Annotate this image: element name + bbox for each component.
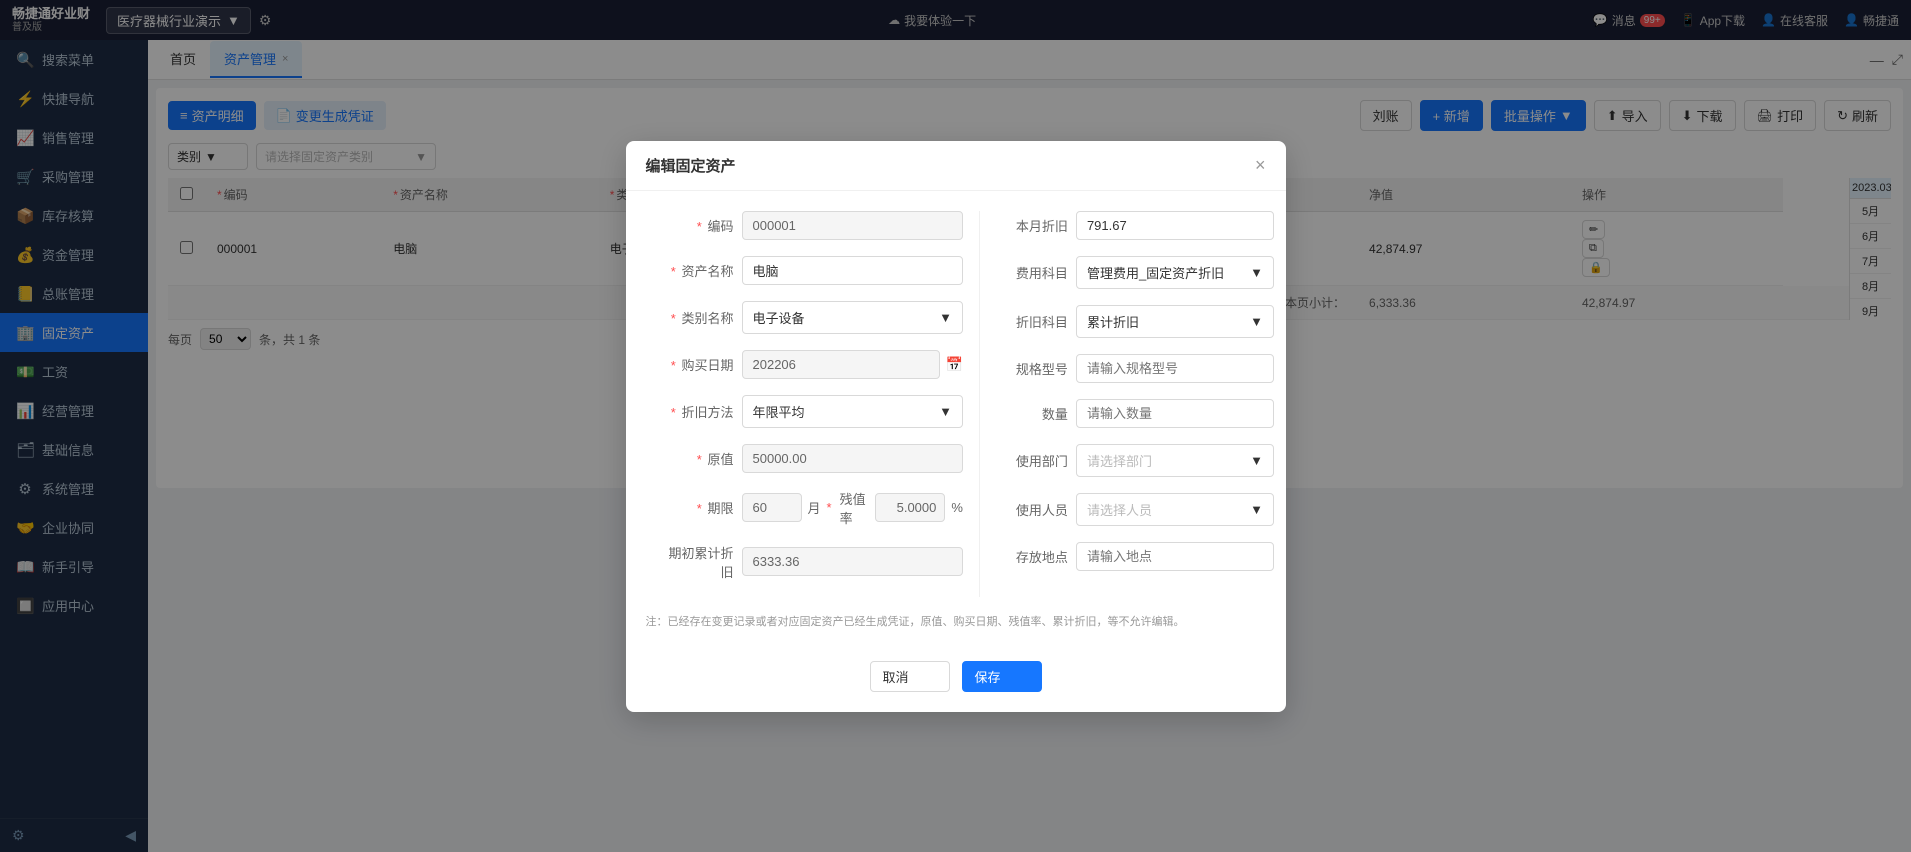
modal-title: 编辑固定资产: [646, 155, 736, 176]
modal-body: * 编码 * 资产名称: [626, 191, 1286, 649]
expense-subject-label: 费用科目: [996, 263, 1076, 282]
form-row-spec: 规格型号: [996, 354, 1274, 383]
department-label: 使用部门: [996, 451, 1076, 470]
category-label: * 类别名称: [662, 308, 742, 327]
chevron-down-icon: ▼: [1250, 314, 1263, 329]
location-input[interactable]: [1076, 542, 1274, 571]
form-row-code: * 编码: [662, 211, 963, 240]
expense-subject-select[interactable]: 管理费用_固定资产折旧 ▼: [1076, 256, 1274, 289]
cancel-button[interactable]: 取消: [870, 661, 950, 692]
depreciation-subject-select[interactable]: 累计折旧 ▼: [1076, 305, 1274, 338]
save-button[interactable]: 保存: [962, 661, 1042, 692]
form-left-col: * 编码 * 资产名称: [646, 211, 980, 597]
form-grid: * 编码 * 资产名称: [646, 211, 1266, 597]
residual-rate-input[interactable]: [875, 493, 945, 522]
form-row-depreciation-method: * 折旧方法 年限平均 ▼: [662, 395, 963, 428]
initial-depreciation-input[interactable]: [742, 547, 963, 576]
form-row-purchase-date: * 购买日期 📅: [662, 350, 963, 379]
code-label: * 编码: [662, 216, 742, 235]
form-row-personnel: 使用人员 请选择人员 ▼: [996, 493, 1274, 526]
chevron-down-icon: ▼: [939, 310, 952, 325]
form-row-department: 使用部门 请选择部门 ▼: [996, 444, 1274, 477]
purchase-date-input[interactable]: [742, 350, 940, 379]
form-row-asset-name: * 资产名称: [662, 256, 963, 285]
location-label: 存放地点: [996, 547, 1076, 566]
original-value-input[interactable]: [742, 444, 963, 473]
purchase-date-label: * 购买日期: [662, 355, 742, 374]
monthly-depreciation-input[interactable]: [1076, 211, 1274, 240]
category-select[interactable]: 电子设备 ▼: [742, 301, 963, 334]
code-input[interactable]: [742, 211, 963, 240]
chevron-down-icon: ▼: [1250, 453, 1263, 468]
modal-overlay: 编辑固定资产 × * 编码: [0, 0, 1911, 852]
quantity-label: 数量: [996, 404, 1076, 423]
asset-name-input[interactable]: [742, 256, 963, 285]
form-row-expense-subject: 费用科目 管理费用_固定资产折旧 ▼: [996, 256, 1274, 289]
personnel-select[interactable]: 请选择人员 ▼: [1076, 493, 1274, 526]
depreciation-method-label: * 折旧方法: [662, 402, 742, 421]
modal-close-button[interactable]: ×: [1255, 156, 1266, 174]
modal-header: 编辑固定资产 ×: [626, 141, 1286, 191]
form-row-original-value: * 原值: [662, 444, 963, 473]
modal-footer: 取消 保存: [626, 649, 1286, 712]
period-input[interactable]: [742, 493, 802, 522]
spec-label: 规格型号: [996, 359, 1076, 378]
chevron-down-icon: ▼: [1250, 502, 1263, 517]
modal-note: 注：已经存在变更记录或者对应固定资产已经生成凭证，原值、购买日期、残值率、累计折…: [646, 613, 1266, 629]
initial-depreciation-label: 期初累计折旧: [662, 543, 742, 581]
depreciation-method-select[interactable]: 年限平均 ▼: [742, 395, 963, 428]
depreciation-subject-label: 折旧科目: [996, 312, 1076, 331]
form-row-period: * 期限 月 * 残值率 %: [662, 489, 963, 527]
chevron-down-icon: ▼: [1250, 265, 1263, 280]
form-row-quantity: 数量: [996, 399, 1274, 428]
period-label: * 期限: [662, 498, 742, 517]
personnel-label: 使用人员: [996, 500, 1076, 519]
edit-fixed-asset-modal: 编辑固定资产 × * 编码: [626, 141, 1286, 712]
department-select[interactable]: 请选择部门 ▼: [1076, 444, 1274, 477]
chevron-down-icon: ▼: [939, 404, 952, 419]
quantity-input[interactable]: [1076, 399, 1274, 428]
monthly-depreciation-label: 本月折旧: [996, 216, 1076, 235]
asset-name-label: * 资产名称: [662, 261, 742, 280]
form-row-depreciation-subject: 折旧科目 累计折旧 ▼: [996, 305, 1274, 338]
form-row-category: * 类别名称 电子设备 ▼: [662, 301, 963, 334]
form-right-col: 本月折旧 费用科目 管理费用_固定资产折旧 ▼: [980, 211, 1286, 597]
form-row-initial-depreciation: 期初累计折旧: [662, 543, 963, 581]
original-value-label: * 原值: [662, 449, 742, 468]
calendar-icon[interactable]: 📅: [946, 356, 963, 373]
spec-input[interactable]: [1076, 354, 1274, 383]
form-row-location: 存放地点: [996, 542, 1274, 571]
form-row-monthly-depreciation: 本月折旧: [996, 211, 1274, 240]
